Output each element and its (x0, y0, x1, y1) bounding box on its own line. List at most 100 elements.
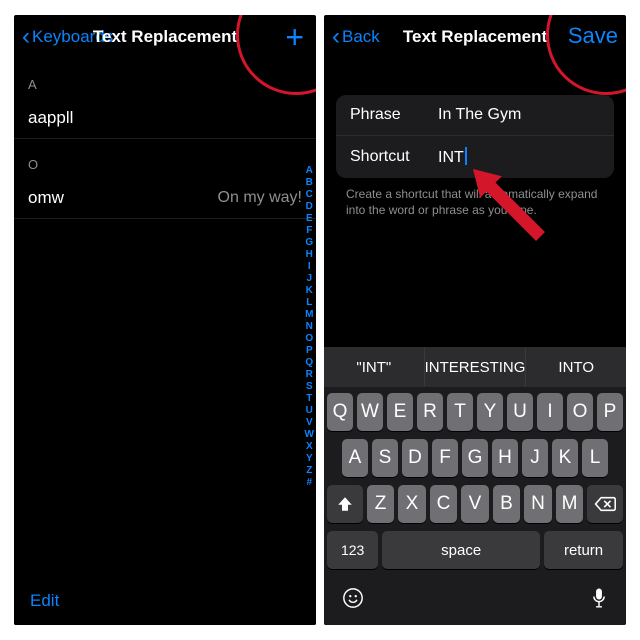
key-shift[interactable] (327, 485, 363, 523)
section-header-a: A (14, 59, 316, 98)
phone-left-screenshot: ‹ Keyboards Text Replacement + A aappll … (14, 15, 316, 625)
phrase-field[interactable]: In The Gym (438, 106, 600, 124)
index-letter[interactable]: Q (305, 357, 313, 369)
shortcut-row[interactable]: Shortcut INT (336, 136, 614, 178)
back-button[interactable]: ‹ Keyboards (22, 25, 113, 49)
shortcut-field[interactable]: INT (438, 147, 600, 167)
row-primary: omw (28, 188, 64, 208)
helper-text: Create a shortcut that will automaticall… (324, 178, 626, 218)
index-letter[interactable]: U (306, 405, 313, 417)
table-row[interactable]: omw On my way! (14, 178, 316, 219)
shortcut-value: INT (438, 149, 464, 166)
key-h[interactable]: H (492, 439, 518, 477)
text-cursor (465, 147, 467, 165)
emoji-key[interactable] (342, 587, 364, 615)
key-t[interactable]: T (447, 393, 473, 431)
key-e[interactable]: E (387, 393, 413, 431)
key-p[interactable]: P (597, 393, 623, 431)
key-n[interactable]: N (524, 485, 552, 523)
row-secondary: On my way! (218, 189, 302, 207)
suggestion[interactable]: INTO (526, 347, 626, 387)
key-g[interactable]: G (462, 439, 488, 477)
key-b[interactable]: B (493, 485, 521, 523)
key-r[interactable]: R (417, 393, 443, 431)
suggestion-bar: "INT" INTERESTING INTO (324, 347, 626, 387)
key-i[interactable]: I (537, 393, 563, 431)
index-letter[interactable]: R (306, 369, 313, 381)
key-y[interactable]: Y (477, 393, 503, 431)
index-letter[interactable]: T (306, 393, 312, 405)
index-letter[interactable]: E (306, 213, 313, 225)
key-return[interactable]: return (544, 531, 623, 569)
index-letter[interactable]: D (306, 201, 313, 213)
keyboard-row: 123 space return (327, 531, 623, 569)
index-letter[interactable]: Y (306, 453, 313, 465)
key-123[interactable]: 123 (327, 531, 378, 569)
key-m[interactable]: M (556, 485, 584, 523)
keyboard-row: QWERTYUIOP (327, 393, 623, 431)
index-letter[interactable]: V (306, 417, 313, 429)
index-letter[interactable]: Z (306, 465, 312, 477)
index-letter[interactable]: W (305, 429, 314, 441)
key-a[interactable]: A (342, 439, 368, 477)
onscreen-keyboard: "INT" INTERESTING INTO QWERTYUIOP ASDFGH… (324, 347, 626, 625)
index-letter[interactable]: J (306, 273, 312, 285)
index-letter[interactable]: N (306, 321, 313, 333)
row-primary: aappll (28, 108, 73, 128)
index-letter[interactable]: O (305, 333, 313, 345)
key-j[interactable]: J (522, 439, 548, 477)
table-row[interactable]: aappll (14, 98, 316, 139)
key-f[interactable]: F (432, 439, 458, 477)
add-button[interactable]: + (285, 21, 304, 53)
section-header-o: O (14, 139, 316, 178)
key-v[interactable]: V (461, 485, 489, 523)
key-w[interactable]: W (357, 393, 383, 431)
index-letter[interactable]: B (306, 177, 313, 189)
key-z[interactable]: Z (367, 485, 395, 523)
key-o[interactable]: O (567, 393, 593, 431)
shift-icon (336, 495, 354, 513)
key-c[interactable]: C (430, 485, 458, 523)
form-group: Phrase In The Gym Shortcut INT (336, 95, 614, 178)
index-letter[interactable]: K (306, 285, 313, 297)
back-label: Keyboards (32, 27, 113, 47)
index-letter[interactable]: C (306, 189, 313, 201)
key-x[interactable]: X (398, 485, 426, 523)
chevron-left-icon: ‹ (22, 25, 30, 49)
smiley-icon (342, 587, 364, 609)
key-d[interactable]: D (402, 439, 428, 477)
index-letter[interactable]: L (306, 297, 312, 309)
back-button[interactable]: ‹ Back (332, 25, 380, 49)
key-q[interactable]: Q (327, 393, 353, 431)
suggestion[interactable]: "INT" (324, 347, 425, 387)
index-letter[interactable]: G (305, 237, 313, 249)
index-letter[interactable]: M (305, 309, 313, 321)
back-label: Back (342, 27, 380, 47)
index-letter[interactable]: F (306, 225, 312, 237)
key-u[interactable]: U (507, 393, 533, 431)
key-s[interactable]: S (372, 439, 398, 477)
key-l[interactable]: L (582, 439, 608, 477)
index-letter[interactable]: I (308, 261, 311, 273)
navbar: ‹ Keyboards Text Replacement + (14, 15, 316, 59)
save-button[interactable]: Save (568, 23, 618, 49)
index-letter[interactable]: # (306, 477, 312, 489)
alphabet-index[interactable]: ABCDEFGHIJKLMNOPQRSTUVWXYZ# (305, 165, 314, 489)
key-space[interactable]: space (382, 531, 540, 569)
index-letter[interactable]: P (306, 345, 313, 357)
dictation-key[interactable] (590, 587, 608, 615)
edit-button[interactable]: Edit (30, 591, 59, 611)
key-k[interactable]: K (552, 439, 578, 477)
index-letter[interactable]: X (306, 441, 313, 453)
bottom-toolbar: Edit (14, 577, 316, 625)
index-letter[interactable]: A (306, 165, 313, 177)
key-delete[interactable] (587, 485, 623, 523)
phrase-row[interactable]: Phrase In The Gym (336, 95, 614, 136)
phrase-label: Phrase (350, 106, 438, 124)
index-letter[interactable]: H (306, 249, 313, 261)
mic-icon (590, 587, 608, 609)
keyboard-bottom-bar (324, 581, 626, 625)
chevron-left-icon: ‹ (332, 25, 340, 49)
index-letter[interactable]: S (306, 381, 313, 393)
suggestion[interactable]: INTERESTING (425, 347, 527, 387)
